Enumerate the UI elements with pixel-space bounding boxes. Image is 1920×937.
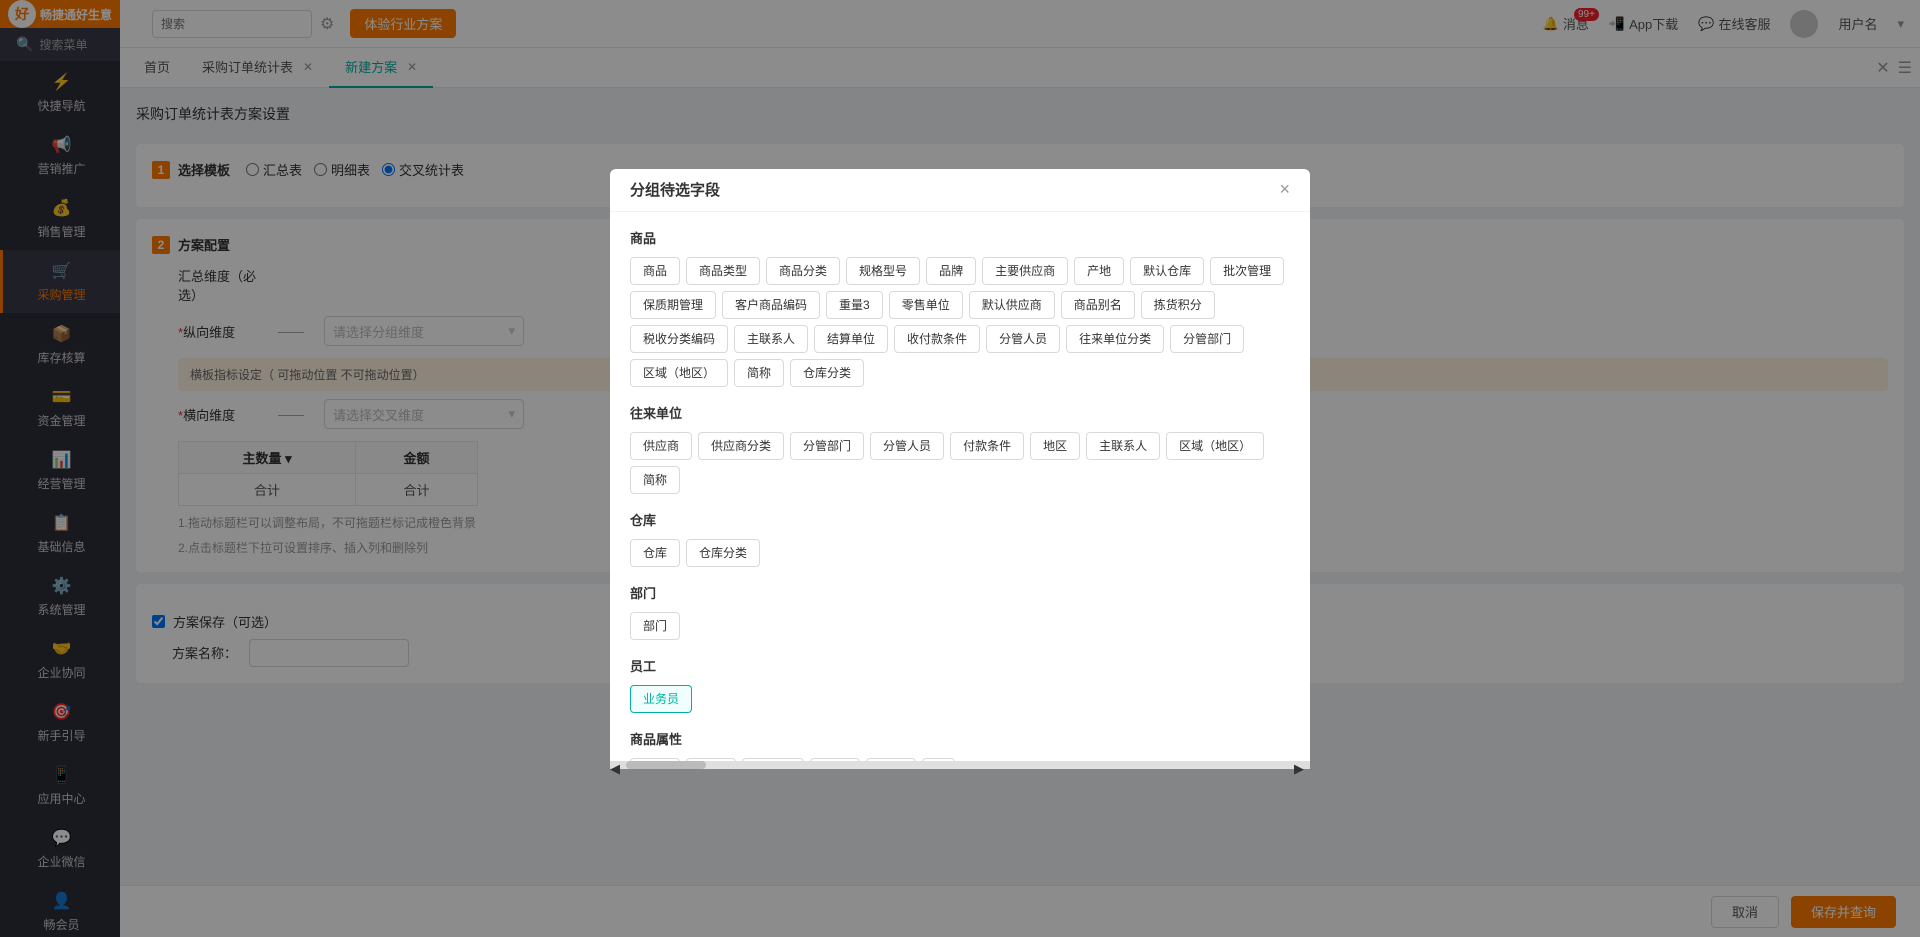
field-chip-settle_unit[interactable]: 结算单位	[814, 325, 888, 353]
field-chip-partner_contact[interactable]: 主联系人	[1086, 432, 1160, 460]
field-section-dept: 部门部门	[630, 583, 1290, 640]
field-chip-tax_code[interactable]: 税收分类编码	[630, 325, 728, 353]
field-grid-warehouse: 仓库仓库分类	[630, 539, 1290, 567]
section-title-product_attr: 商品属性	[630, 729, 1290, 748]
field-chip-product[interactable]: 商品	[630, 257, 680, 285]
section-title-warehouse: 仓库	[630, 510, 1290, 529]
field-chip-default_warehouse[interactable]: 默认仓库	[1130, 257, 1204, 285]
field-chip-default_supplier[interactable]: 默认供应商	[969, 291, 1055, 319]
modal-scrollbar: ◀ ▶	[610, 761, 1310, 769]
field-chip-short_name[interactable]: 简称	[734, 359, 784, 387]
field-section-product: 商品商品商品类型商品分类规格型号品牌主要供应商产地默认仓库批次管理保质期管理客户…	[630, 228, 1290, 387]
field-chip-pick_points[interactable]: 拣货积分	[1141, 291, 1215, 319]
scrollbar-track[interactable]	[626, 761, 1294, 769]
field-chip-partner_manager[interactable]: 分管人员	[870, 432, 944, 460]
field-chip-expiry_mgmt[interactable]: 保质期管理	[630, 291, 716, 319]
field-chip-product_alias[interactable]: 商品别名	[1061, 291, 1135, 319]
field-chip-warehouse_category[interactable]: 仓库分类	[790, 359, 864, 387]
field-chip-dept[interactable]: 部门	[630, 612, 680, 640]
modal-close-button[interactable]: ×	[1279, 179, 1290, 200]
field-chip-region[interactable]: 区域（地区）	[630, 359, 728, 387]
field-chip-manager[interactable]: 分管人员	[986, 325, 1060, 353]
field-chip-main_contact[interactable]: 主联系人	[734, 325, 808, 353]
field-chip-spec_type[interactable]: 规格型号	[846, 257, 920, 285]
field-chip-partner_dept[interactable]: 分管部门	[790, 432, 864, 460]
modal-title: 分组待选字段	[630, 179, 720, 200]
scrollbar-right-arrow[interactable]: ▶	[1294, 761, 1310, 769]
field-chip-brand[interactable]: 品牌	[926, 257, 976, 285]
field-chip-salesperson[interactable]: 业务员	[630, 685, 692, 713]
field-select-modal: 分组待选字段 × 商品商品商品类型商品分类规格型号品牌主要供应商产地默认仓库批次…	[610, 169, 1310, 769]
field-grid-product: 商品商品类型商品分类规格型号品牌主要供应商产地默认仓库批次管理保质期管理客户商品…	[630, 257, 1290, 387]
section-title-partner: 往来单位	[630, 403, 1290, 422]
field-grid-partner: 供应商供应商分类分管部门分管人员付款条件地区主联系人区域（地区） 简称	[630, 432, 1290, 494]
field-chip-wh_category[interactable]: 仓库分类	[686, 539, 760, 567]
field-chip-mgmt_dept[interactable]: 分管部门	[1170, 325, 1244, 353]
field-grid-employee: 业务员	[630, 685, 1290, 713]
field-section-product_attr: 商品属性属性颜色多规格尺码鞋码1	[630, 729, 1290, 761]
scrollbar-thumb[interactable]	[626, 761, 706, 769]
field-chip-weight3[interactable]: 重量3	[826, 291, 883, 319]
field-chip-supplier_category[interactable]: 供应商分类	[698, 432, 784, 460]
modal-body: 商品商品商品类型商品分类规格型号品牌主要供应商产地默认仓库批次管理保质期管理客户…	[610, 212, 1310, 761]
field-chip-retail_unit[interactable]: 零售单位	[889, 291, 963, 319]
scrollbar-left-arrow[interactable]: ◀	[610, 761, 626, 769]
field-chip-partner_short[interactable]: 简称	[630, 466, 680, 494]
field-section-partner: 往来单位供应商供应商分类分管部门分管人员付款条件地区主联系人区域（地区） 简称	[630, 403, 1290, 494]
section-title-employee: 员工	[630, 656, 1290, 675]
field-chip-payment_cond[interactable]: 付款条件	[950, 432, 1024, 460]
modal-overlay[interactable]: 分组待选字段 × 商品商品商品类型商品分类规格型号品牌主要供应商产地默认仓库批次…	[0, 0, 1920, 937]
field-chip-from_unit_category[interactable]: 往来单位分类	[1066, 325, 1164, 353]
modal-header: 分组待选字段 ×	[610, 169, 1310, 212]
section-title-product: 商品	[630, 228, 1290, 247]
field-chip-customer_code[interactable]: 客户商品编码	[722, 291, 820, 319]
field-chip-batch_mgmt[interactable]: 批次管理	[1210, 257, 1284, 285]
field-chip-main_supplier[interactable]: 主要供应商	[982, 257, 1068, 285]
field-chip-partner_region2[interactable]: 区域（地区）	[1166, 432, 1264, 460]
field-section-warehouse: 仓库仓库仓库分类	[630, 510, 1290, 567]
field-chip-payment_terms[interactable]: 收付款条件	[894, 325, 980, 353]
field-grid-dept: 部门	[630, 612, 1290, 640]
field-chip-supplier[interactable]: 供应商	[630, 432, 692, 460]
field-chip-origin[interactable]: 产地	[1074, 257, 1124, 285]
field-chip-wh[interactable]: 仓库	[630, 539, 680, 567]
field-chip-product_type[interactable]: 商品类型	[686, 257, 760, 285]
section-title-dept: 部门	[630, 583, 1290, 602]
field-chip-partner_region[interactable]: 地区	[1030, 432, 1080, 460]
field-chip-product_category[interactable]: 商品分类	[766, 257, 840, 285]
field-section-employee: 员工业务员	[630, 656, 1290, 713]
